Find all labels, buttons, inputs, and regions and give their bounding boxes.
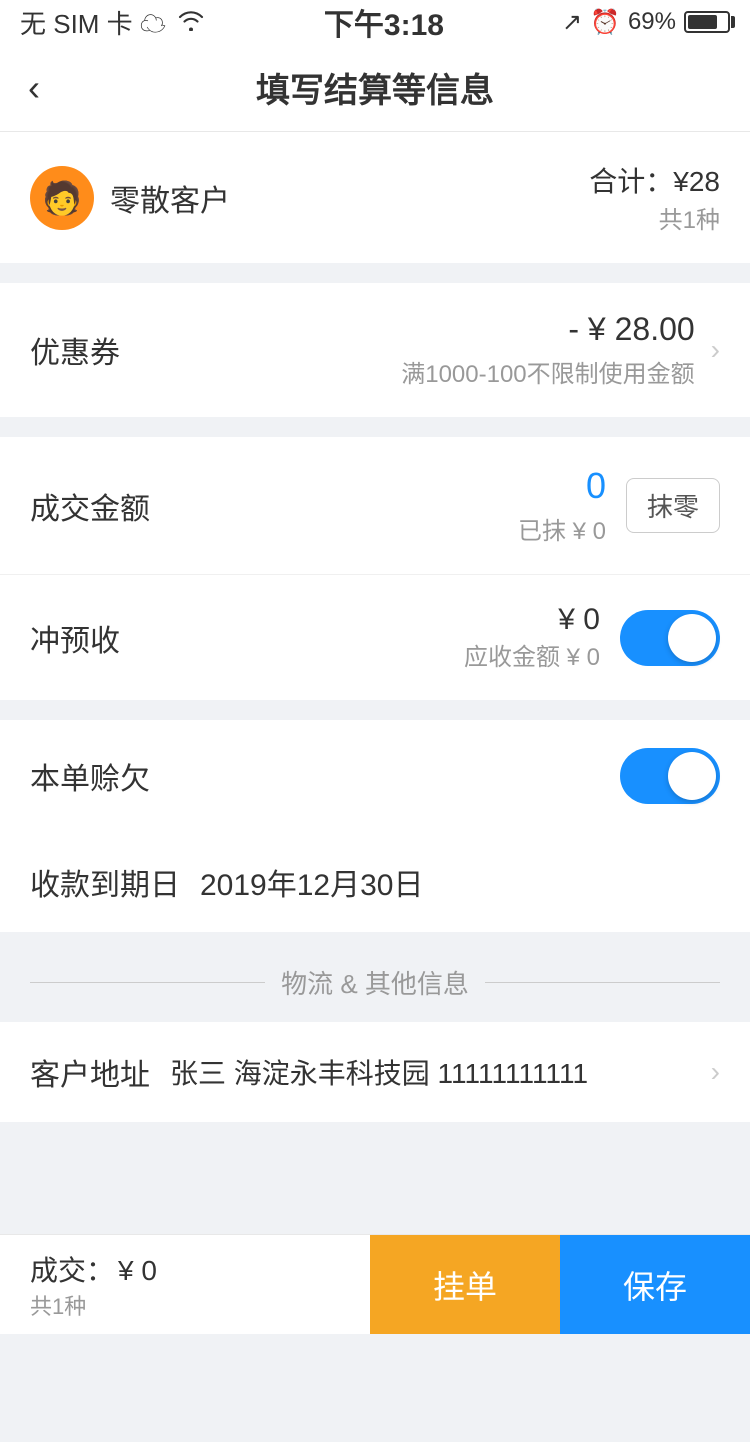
prepay-label: 冲预收 — [30, 616, 120, 660]
coupon-row[interactable]: 优惠券 - ¥ 28.00 满1000-100不限制使用金额 › — [0, 283, 750, 417]
back-button[interactable]: ‹ — [28, 67, 40, 109]
coupon-section: 优惠券 - ¥ 28.00 满1000-100不限制使用金额 › — [0, 283, 750, 417]
bottom-bar: 成交： ¥ 0 共1种 挂单 保存 — [0, 1234, 750, 1334]
duedate-row[interactable]: 收款到期日 2019年12月30日 — [0, 832, 750, 932]
debt-section: 本单赊欠 — [0, 720, 750, 832]
status-bar: 无 SIM 卡 ☁ 下午3:18 ↗ ⏰ 69% — [0, 0, 750, 44]
customer-total: 合计：¥28 — [589, 160, 720, 200]
duedate-value: 2019年12月30日 — [200, 860, 423, 904]
prepay-toggle[interactable] — [620, 610, 720, 666]
address-value: 张三 海淀永丰科技园 11111111111 — [170, 1052, 711, 1092]
wifi-icon — [176, 7, 206, 38]
transaction-section: 成交金额 0 已抹 ¥ 0 抹零 冲预收 ¥ 0 应收金额 ¥ 0 — [0, 437, 750, 700]
no-sim-label: 无 SIM 卡 ☁ — [20, 4, 166, 41]
transaction-sub: 已抹 ¥ 0 — [518, 511, 606, 546]
transaction-label: 成交金额 — [30, 484, 150, 528]
address-section: 客户地址 张三 海淀永丰科技园 11111111111 › — [0, 1022, 750, 1122]
logistics-text: 物流 & 其他信息 — [265, 964, 485, 1001]
address-row[interactable]: 客户地址 张三 海淀永丰科技园 11111111111 › — [0, 1022, 750, 1122]
status-time: 下午3:18 — [324, 0, 444, 44]
bottom-deal-row: 成交： ¥ 0 — [30, 1249, 340, 1289]
nav-bar: ‹ 填写结算等信息 — [0, 44, 750, 132]
address-chevron-icon: › — [711, 1056, 720, 1088]
coupon-sub: 满1000-100不限制使用金额 — [401, 354, 694, 389]
battery-icon — [684, 11, 730, 33]
logistics-line: 物流 & 其他信息 — [0, 964, 750, 1001]
bottom-deal-value: ¥ 0 — [118, 1255, 157, 1287]
avatar-icon: 🧑 — [42, 179, 82, 217]
address-label: 客户地址 — [30, 1050, 150, 1094]
transaction-right: 0 已抹 ¥ 0 抹零 — [518, 465, 720, 546]
prepay-row: 冲预收 ¥ 0 应收金额 ¥ 0 — [0, 575, 750, 700]
round-zero-button[interactable]: 抹零 — [626, 478, 720, 533]
debt-toggle[interactable] — [620, 748, 720, 804]
customer-name: 零散客户 — [110, 176, 230, 220]
duedate-section: 收款到期日 2019年12月30日 — [0, 832, 750, 932]
coupon-value-block: - ¥ 28.00 满1000-100不限制使用金额 — [401, 311, 694, 389]
divider-5 — [0, 1012, 750, 1022]
debt-row: 本单赊欠 — [0, 720, 750, 832]
prepay-amount-block: ¥ 0 应收金额 ¥ 0 — [464, 603, 600, 672]
coupon-right: - ¥ 28.00 满1000-100不限制使用金额 › — [401, 311, 720, 389]
save-button[interactable]: 保存 — [560, 1235, 750, 1334]
customer-row: 🧑 零散客户 合计：¥28 共1种 — [0, 132, 750, 263]
transaction-amount-block: 0 已抹 ¥ 0 — [518, 465, 606, 546]
avatar: 🧑 — [30, 166, 94, 230]
divider-2 — [0, 417, 750, 437]
debt-label: 本单赊欠 — [30, 754, 150, 798]
prepay-right: ¥ 0 应收金额 ¥ 0 — [464, 603, 720, 672]
hold-button[interactable]: 挂单 — [370, 1235, 560, 1334]
divider-1 — [0, 263, 750, 283]
status-left: 无 SIM 卡 ☁ — [20, 4, 206, 41]
bottom-deal-label: 成交： — [30, 1249, 114, 1289]
logistics-separator: 物流 & 其他信息 — [0, 952, 750, 1012]
prepay-sub: 应收金额 ¥ 0 — [464, 637, 600, 672]
alarm-icon: ⏰ — [590, 8, 620, 37]
chevron-right-icon: › — [711, 334, 720, 366]
status-right: ↗ ⏰ 69% — [562, 8, 730, 37]
coupon-label: 优惠券 — [30, 328, 120, 372]
duedate-label: 收款到期日 — [30, 860, 180, 904]
battery-percent: 69% — [628, 8, 676, 36]
divider-3 — [0, 700, 750, 720]
customer-count: 共1种 — [589, 200, 720, 235]
customer-left: 🧑 零散客户 — [30, 166, 230, 230]
prepay-value: ¥ 0 — [464, 603, 600, 637]
transaction-value[interactable]: 0 — [518, 465, 606, 507]
page-title: 填写结算等信息 — [256, 63, 494, 112]
customer-right: 合计：¥28 共1种 — [589, 160, 720, 235]
transaction-row: 成交金额 0 已抹 ¥ 0 抹零 — [0, 437, 750, 575]
coupon-value: - ¥ 28.00 — [401, 311, 694, 348]
bottom-info: 成交： ¥ 0 共1种 — [0, 1235, 370, 1334]
divider-4 — [0, 932, 750, 952]
bottom-count: 共1种 — [30, 1289, 340, 1321]
location-icon: ↗ — [562, 8, 582, 37]
